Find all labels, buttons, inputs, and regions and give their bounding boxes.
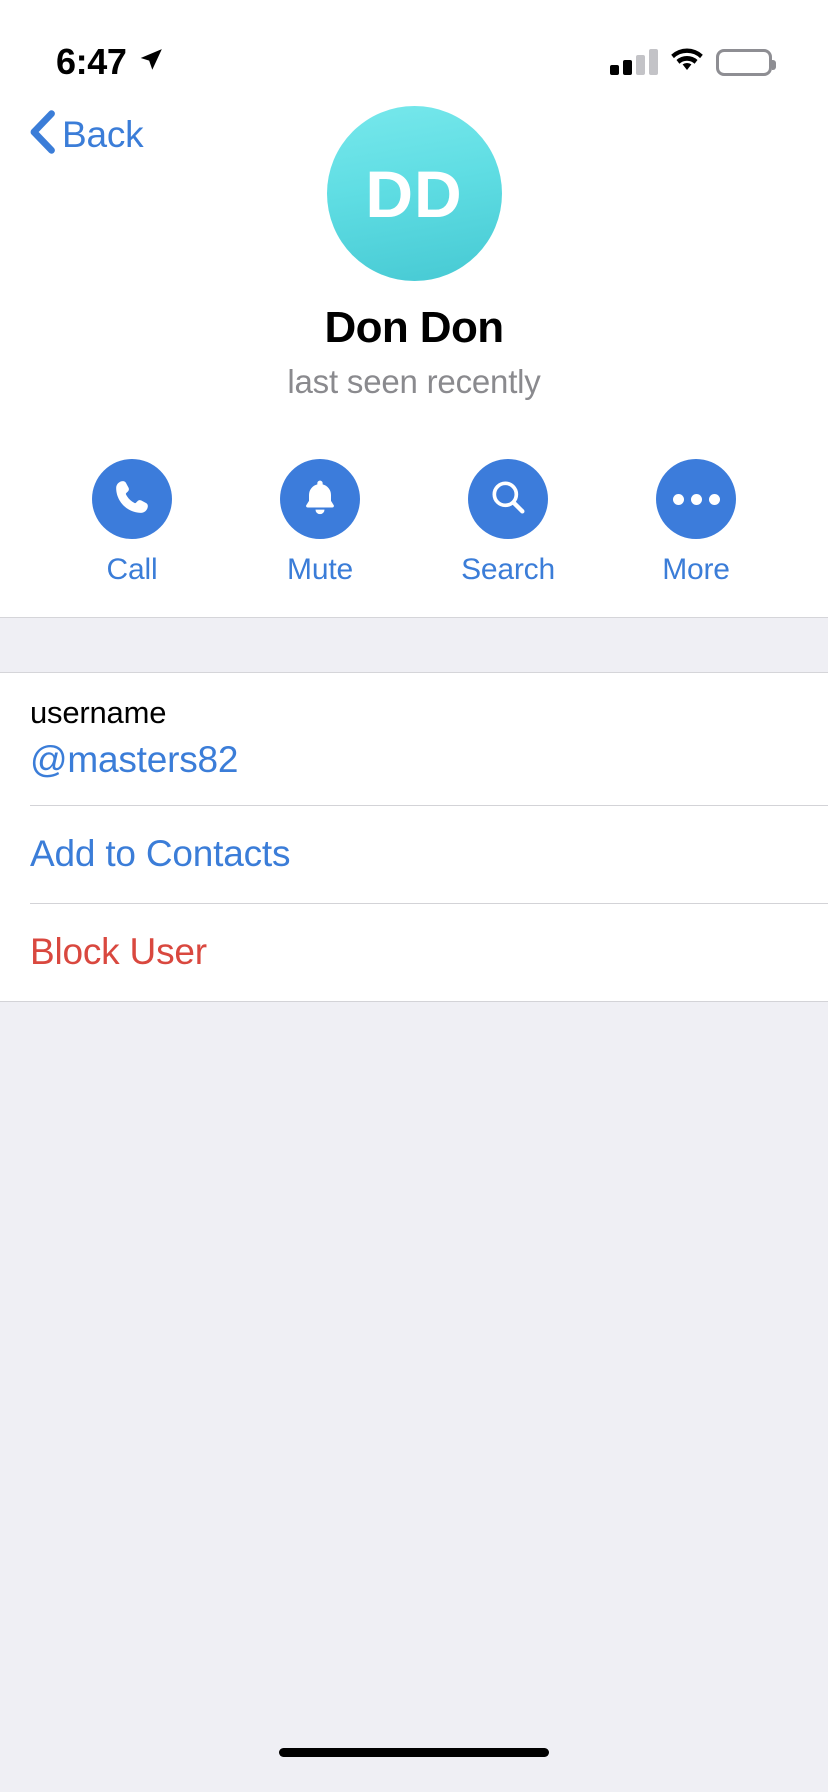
wifi-icon — [671, 47, 703, 77]
status-bar: 6:47 — [0, 0, 828, 96]
profile-header: Back DD Don Don last seen recently Call — [0, 96, 828, 617]
search-button-circle — [468, 459, 548, 539]
avatar[interactable]: DD — [326, 106, 502, 281]
mute-button[interactable]: Mute — [274, 459, 366, 587]
username-row[interactable]: username @masters82 — [0, 673, 828, 805]
home-indicator-area — [0, 1712, 828, 1792]
status-bar-left: 6:47 — [56, 44, 164, 80]
action-buttons-row: Call Mute Search More — [0, 401, 828, 587]
more-button[interactable]: More — [650, 459, 742, 587]
status-bar-right — [610, 47, 776, 77]
back-button[interactable]: Back — [16, 102, 155, 167]
bell-icon — [300, 477, 340, 522]
search-button[interactable]: Search — [461, 459, 555, 587]
more-button-circle — [656, 459, 736, 539]
more-button-label: More — [662, 553, 730, 586]
profile-name: Don Don — [324, 303, 504, 352]
add-to-contacts-row[interactable]: Add to Contacts — [0, 805, 828, 903]
avatar-initials: DD — [365, 156, 463, 231]
call-button[interactable]: Call — [86, 459, 178, 587]
add-to-contacts-label: Add to Contacts — [30, 833, 291, 874]
profile-status: last seen recently — [287, 363, 541, 400]
username-row-value: @masters82 — [30, 739, 239, 780]
location-arrow-icon — [138, 47, 164, 78]
username-row-caption: username — [30, 695, 167, 730]
empty-area — [0, 1002, 828, 1712]
chevron-left-icon — [28, 110, 56, 159]
back-button-label: Back — [62, 113, 144, 155]
cellular-signal-icon — [610, 49, 658, 75]
mute-button-label: Mute — [287, 553, 353, 586]
profile-screen: 6:47 Back DD Don Don last seen recently … — [0, 0, 828, 1792]
search-icon — [488, 477, 528, 522]
call-button-circle — [92, 459, 172, 539]
phone-icon — [112, 477, 152, 522]
search-button-label: Search — [461, 553, 555, 586]
battery-low-icon — [716, 48, 776, 76]
block-user-label: Block User — [30, 931, 207, 972]
status-bar-clock: 6:47 — [56, 41, 127, 82]
home-indicator[interactable] — [279, 1747, 549, 1757]
info-list: username @masters82 Add to Contacts Bloc… — [0, 673, 828, 1001]
call-button-label: Call — [106, 553, 158, 586]
block-user-row[interactable]: Block User — [0, 903, 828, 1001]
mute-button-circle — [280, 459, 360, 539]
section-separator — [0, 617, 828, 673]
ellipsis-icon — [672, 493, 720, 505]
